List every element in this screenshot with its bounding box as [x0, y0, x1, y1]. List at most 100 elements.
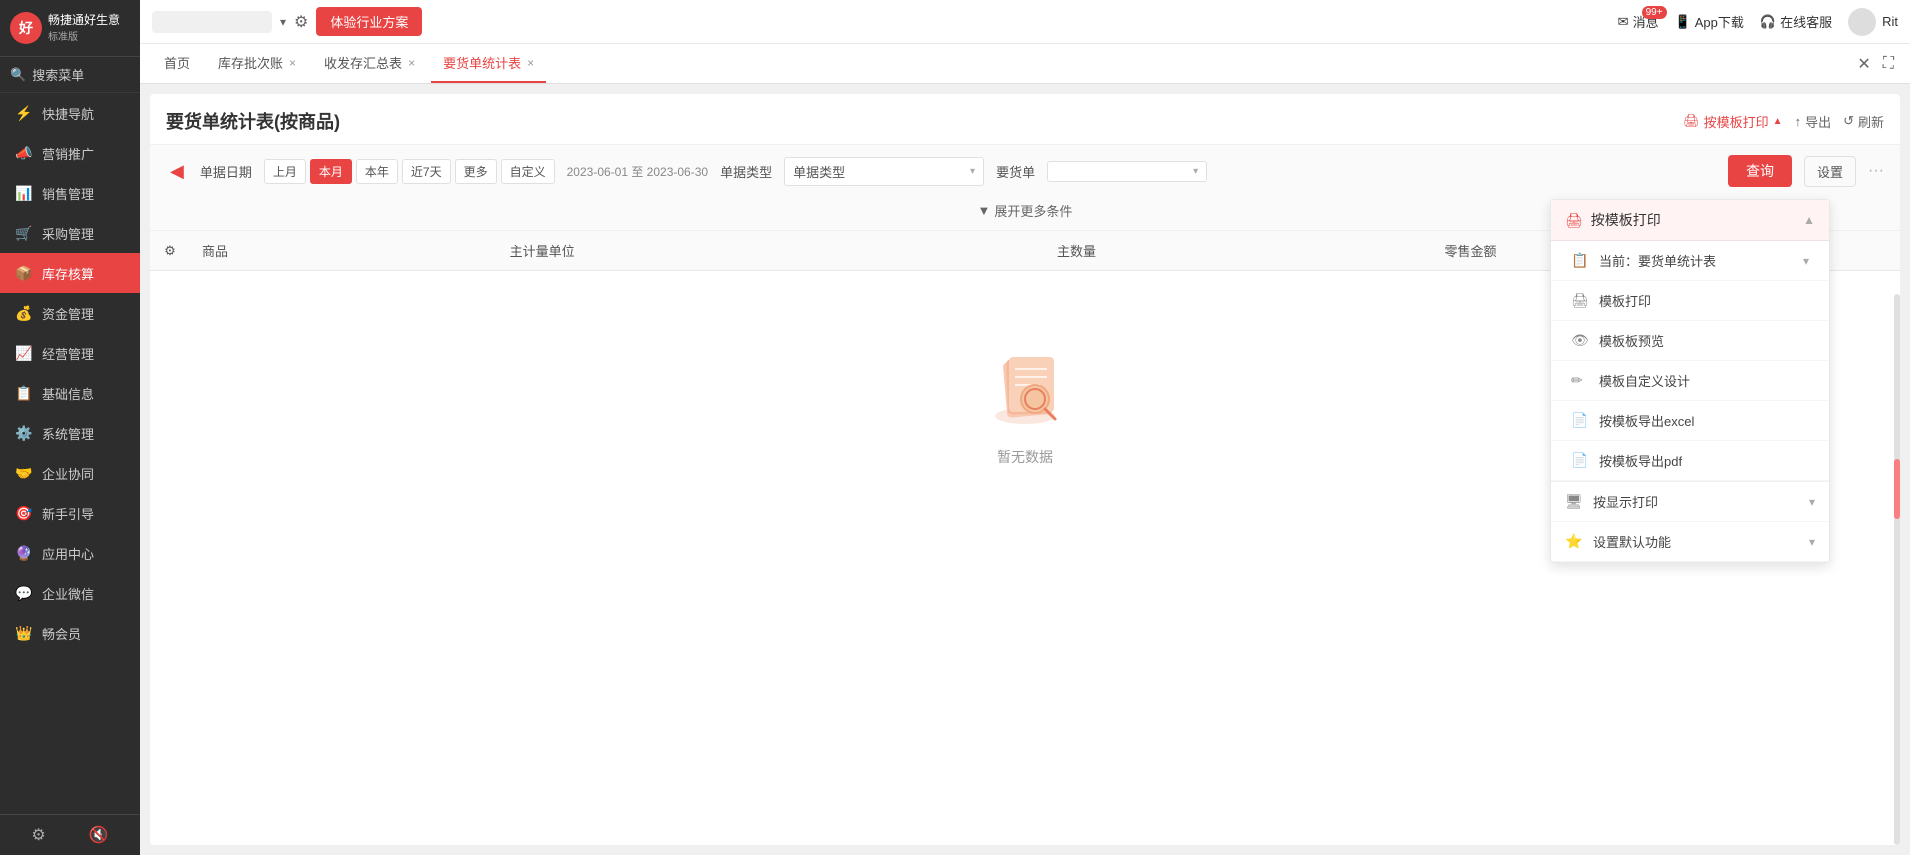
display-print-icon: 🖥: [1565, 493, 1583, 510]
sidebar-item-operation[interactable]: 📈 经营管理: [0, 333, 140, 373]
dropdown-item-export-excel[interactable]: 📄 按模板导出excel: [1551, 401, 1829, 441]
tab-close-all-button[interactable]: ✕: [1853, 54, 1874, 74]
sales-icon: 📊: [14, 183, 34, 203]
expand-more-conditions-button[interactable]: ▼ 展开更多条件: [978, 201, 1073, 220]
sidebar-item-member[interactable]: 👑 畅会员: [0, 613, 140, 653]
sidebar-item-label: 企业协同: [42, 464, 94, 483]
print-template-button[interactable]: 🖨 按模板打印 ▲: [1683, 112, 1782, 131]
dropdown-current-template[interactable]: 📋 当前：要货单统计表 ▾: [1551, 241, 1829, 281]
date-btn-this-month[interactable]: 本月: [310, 159, 352, 184]
dropdown-item-template-print[interactable]: 🖨 模板打印: [1551, 281, 1829, 321]
sidebar-item-label: 快捷导航: [42, 104, 94, 123]
export-icon: ↑: [1795, 114, 1802, 129]
export-excel-icon: 📄: [1571, 412, 1589, 429]
export-button[interactable]: ↑ 导出: [1795, 112, 1832, 131]
app-subtitle: 标准版: [48, 28, 120, 43]
dropdown-header-left: 🖨 按模板打印: [1565, 210, 1661, 230]
marketing-icon: 📣: [14, 143, 34, 163]
date-btn-this-year[interactable]: 本年: [356, 159, 398, 184]
refresh-button[interactable]: ↺ 刷新: [1843, 112, 1884, 131]
dropdown-header-arrow-icon: ▲: [1803, 213, 1815, 227]
dropdown-set-default[interactable]: ⭐ 设置默认功能 ▾: [1551, 522, 1829, 562]
dropdown-header[interactable]: 🖨 按模板打印 ▲: [1551, 200, 1829, 241]
search-icon: 🔍: [10, 67, 26, 83]
industry-solution-button[interactable]: 体验行业方案: [316, 7, 422, 36]
tab-maximize-button[interactable]: ⛶: [1879, 55, 1898, 73]
nav-search-input[interactable]: [152, 11, 272, 33]
template-preview-icon: 👁: [1571, 332, 1589, 349]
search-label: 搜索菜单: [32, 65, 84, 84]
tab-order-stats[interactable]: 要货单统计表 ×: [431, 44, 546, 83]
column-goods: 商品: [190, 231, 498, 271]
nav-dropdown-button[interactable]: ▾: [280, 15, 286, 29]
column-gear[interactable]: ⚙: [150, 231, 190, 271]
goods-filter-arrow-icon: ▾: [1193, 166, 1198, 177]
set-default-label: 设置默认功能: [1593, 532, 1671, 551]
sidebar-item-finance[interactable]: 💰 资金管理: [0, 293, 140, 333]
template-custom-icon: ✏: [1571, 372, 1589, 389]
scrollbar-thumb[interactable]: [1894, 459, 1900, 519]
order-type-select[interactable]: 单据类型 ▾: [784, 157, 984, 186]
tab-receivable-summary-close[interactable]: ×: [408, 56, 415, 70]
sidebar-item-app[interactable]: 🔮 应用中心: [0, 533, 140, 573]
page-header: 要货单统计表(按商品) 🖨 按模板打印 ▲ ↑ 导出 ↺ 刷新: [150, 94, 1900, 145]
sidebar-item-basic[interactable]: 📋 基础信息: [0, 373, 140, 413]
export-pdf-label: 按模板导出pdf: [1599, 451, 1809, 470]
settings-bottom-icon[interactable]: ⚙: [31, 825, 45, 845]
app-download-button[interactable]: 📱 App下载: [1675, 12, 1744, 31]
download-icon: 📱: [1675, 14, 1691, 30]
query-button[interactable]: 查询: [1728, 155, 1792, 187]
user-profile[interactable]: Rit: [1848, 8, 1898, 36]
operation-icon: 📈: [14, 343, 34, 363]
settings-button[interactable]: 设置: [1804, 156, 1856, 187]
sidebar-item-quick-nav[interactable]: ⚡ 快捷导航: [0, 93, 140, 133]
topbar-settings-button[interactable]: ⚙: [294, 12, 308, 32]
logo-icon: 好: [10, 12, 42, 44]
sidebar-item-sales[interactable]: 📊 销售管理: [0, 173, 140, 213]
right-scrollbar[interactable]: [1894, 294, 1900, 845]
page-title: 要货单统计表(按商品): [166, 108, 340, 134]
sidebar-item-wechat[interactable]: 💬 企业微信: [0, 573, 140, 613]
sidebar-item-system[interactable]: ⚙️ 系统管理: [0, 413, 140, 453]
tab-order-stats-close[interactable]: ×: [527, 56, 534, 70]
sidebar-item-guide[interactable]: 🎯 新手引导: [0, 493, 140, 533]
online-service-button[interactable]: 🎧 在线客服: [1760, 12, 1832, 31]
tab-receivable-summary[interactable]: 收发存汇总表 ×: [312, 44, 427, 83]
sidebar-item-label: 新手引导: [42, 504, 94, 523]
messages-button[interactable]: ✉ 消息 99+: [1618, 12, 1659, 31]
system-icon: ⚙️: [14, 423, 34, 443]
current-template-arrow-icon: ▾: [1803, 254, 1809, 268]
sidebar-search[interactable]: 🔍 搜索菜单: [0, 57, 140, 93]
sidebar-item-marketing[interactable]: 📣 营销推广: [0, 133, 140, 173]
more-options-button[interactable]: ···: [1868, 162, 1884, 180]
dropdown-display-print[interactable]: 🖥 按显示打印 ▾: [1551, 482, 1829, 522]
topbar: ▾ ⚙ 体验行业方案 ✉ 消息 99+ 📱 App下载 🎧 在线客服 Rit: [140, 0, 1910, 44]
export-label: 导出: [1805, 112, 1831, 131]
expand-icon: ▼: [978, 203, 991, 218]
order-type-label: 单据类型: [720, 162, 772, 181]
sidebar-item-collab[interactable]: 🤝 企业协同: [0, 453, 140, 493]
goods-filter-select[interactable]: ▾: [1047, 161, 1207, 182]
purchase-icon: 🛒: [14, 223, 34, 243]
sidebar-menu: ⚡ 快捷导航 📣 营销推广 📊 销售管理 🛒 采购管理 📦 库存核算 💰 资金管…: [0, 93, 140, 814]
tab-inventory-batch-close[interactable]: ×: [289, 56, 296, 70]
template-preview-label: 模板板预览: [1599, 331, 1809, 350]
filter-collapse-button[interactable]: ◀: [166, 161, 188, 182]
sidebar-item-label: 应用中心: [42, 544, 94, 563]
dropdown-title: 按模板打印: [1591, 210, 1661, 230]
collab-icon: 🤝: [14, 463, 34, 483]
display-print-left: 🖥 按显示打印: [1565, 492, 1658, 511]
date-btn-more[interactable]: 更多: [455, 159, 497, 184]
sidebar-item-inventory[interactable]: 📦 库存核算: [0, 253, 140, 293]
sound-bottom-icon[interactable]: 🔇: [89, 825, 109, 845]
date-btn-last-month[interactable]: 上月: [264, 159, 306, 184]
tab-home[interactable]: 首页: [152, 44, 202, 83]
sidebar-item-purchase[interactable]: 🛒 采购管理: [0, 213, 140, 253]
dropdown-item-export-pdf[interactable]: 📄 按模板导出pdf: [1551, 441, 1829, 481]
dropdown-item-template-custom[interactable]: ✏ 模板自定义设计: [1551, 361, 1829, 401]
date-filter-label: 单据日期: [200, 162, 252, 181]
date-btn-last-7days[interactable]: 近7天: [402, 159, 451, 184]
date-btn-custom[interactable]: 自定义: [501, 159, 555, 184]
dropdown-item-template-preview[interactable]: 👁 模板板预览: [1551, 321, 1829, 361]
tab-inventory-batch[interactable]: 库存批次账 ×: [206, 44, 308, 83]
